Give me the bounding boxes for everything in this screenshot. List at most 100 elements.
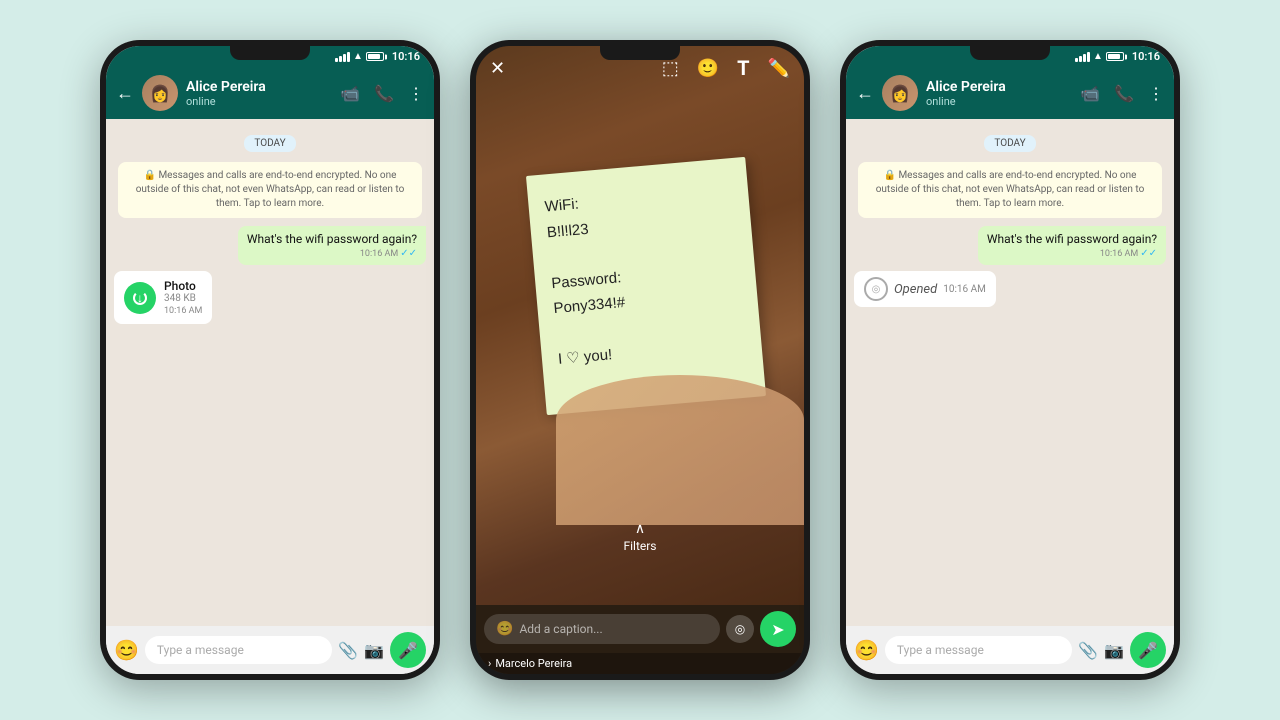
filters-label: Filters bbox=[623, 539, 656, 553]
avatar-right[interactable]: 👩 bbox=[882, 75, 918, 111]
notch-left bbox=[230, 46, 310, 60]
signal-bar-4 bbox=[347, 52, 350, 62]
voice-call-icon-right[interactable]: 📞 bbox=[1114, 84, 1134, 103]
emoji-button-right[interactable]: 😊 bbox=[854, 638, 879, 662]
photo-size: 348 KB bbox=[164, 293, 202, 304]
contact-status-right: online bbox=[926, 95, 1072, 108]
signal-bar-r3 bbox=[1083, 54, 1086, 62]
message-placeholder-left: Type a message bbox=[157, 643, 244, 657]
notch-right bbox=[970, 46, 1050, 60]
filters-chevron: ∧ bbox=[635, 521, 645, 537]
video-call-icon[interactable]: 📹 bbox=[340, 84, 360, 103]
check-marks-left: ✓✓ bbox=[400, 248, 417, 259]
signal-bars-right bbox=[1075, 52, 1090, 62]
phone-middle: ✕ ⬚ 🙂 T ✏️ WiFi: B!l!l23 Password: Pony3… bbox=[470, 40, 810, 680]
signal-bar-3 bbox=[343, 54, 346, 62]
input-area-left: 😊 Type a message 📎 📷 🎤 bbox=[106, 626, 434, 674]
opened-icon: ◎ bbox=[864, 277, 888, 301]
phone-left: ▲ 10:16 ← 👩 Alice Pereira online 📹 📞 ⋮ T… bbox=[100, 40, 440, 680]
send-button-middle[interactable]: ➤ bbox=[760, 611, 796, 647]
contact-name-right: Alice Pereira bbox=[926, 79, 1072, 95]
check-marks-right: ✓✓ bbox=[1140, 248, 1157, 259]
text-icon-middle[interactable]: T bbox=[737, 56, 749, 80]
outgoing-message-right: What's the wifi password again? 10:16 AM… bbox=[978, 226, 1166, 265]
avatar-image-right: 👩 bbox=[882, 75, 918, 111]
signal-bar-2 bbox=[339, 56, 342, 62]
contact-status-left: online bbox=[186, 95, 332, 108]
mic-button-left[interactable]: 🎤 bbox=[390, 632, 426, 668]
filters-bar[interactable]: ∧ Filters bbox=[476, 521, 804, 553]
outgoing-message-left: What's the wifi password again? 10:16 AM… bbox=[238, 226, 426, 265]
header-icons-left: 📹 📞 ⋮ bbox=[340, 84, 424, 103]
status-icons-left: ▲ bbox=[335, 51, 384, 62]
input-icons-right: 📎 📷 bbox=[1078, 641, 1124, 660]
wifi-icon-right: ▲ bbox=[1093, 51, 1103, 62]
photo-info: Photo 348 KB 10:16 AM bbox=[164, 279, 202, 316]
status-icons-right: ▲ bbox=[1075, 51, 1124, 62]
opened-time: 10:16 AM bbox=[943, 284, 986, 295]
menu-icon-right[interactable]: ⋮ bbox=[1148, 84, 1164, 103]
photo-time: 10:16 AM bbox=[164, 306, 202, 316]
message-input-left[interactable]: Type a message bbox=[145, 636, 332, 664]
message-placeholder-right: Type a message bbox=[897, 643, 984, 657]
chat-area-left: TODAY 🔒 Messages and calls are end-to-en… bbox=[106, 119, 434, 626]
header-icons-right: 📹 📞 ⋮ bbox=[1080, 84, 1164, 103]
battery-icon-right bbox=[1106, 52, 1124, 61]
caption-emoji-icon: 😊 bbox=[496, 621, 513, 637]
encryption-notice-left[interactable]: 🔒 Messages and calls are end-to-end encr… bbox=[118, 162, 422, 218]
attach-icon-left[interactable]: 📎 bbox=[338, 641, 358, 660]
message-time-left: 10:16 AM ✓✓ bbox=[247, 248, 417, 259]
attach-icon-right[interactable]: 📎 bbox=[1078, 641, 1098, 660]
avatar-left[interactable]: 👩 bbox=[142, 75, 178, 111]
voice-call-icon[interactable]: 📞 bbox=[374, 84, 394, 103]
video-call-icon-right[interactable]: 📹 bbox=[1080, 84, 1100, 103]
emoji-button-left[interactable]: 😊 bbox=[114, 638, 139, 662]
input-area-right: 😊 Type a message 📎 📷 🎤 bbox=[846, 626, 1174, 674]
chat-area-right: TODAY 🔒 Messages and calls are end-to-en… bbox=[846, 119, 1174, 626]
signal-bar-r1 bbox=[1075, 58, 1078, 62]
message-time-right: 10:16 AM ✓✓ bbox=[987, 248, 1157, 259]
recipient-bar[interactable]: › Marcelo Pereira bbox=[476, 653, 804, 674]
caption-sticker-icon[interactable]: ◎ bbox=[726, 615, 754, 643]
caption-input[interactable]: 😊 Add a caption... bbox=[484, 614, 720, 644]
status-time-right: 10:16 bbox=[1132, 50, 1160, 63]
contact-name-left: Alice Pereira bbox=[186, 79, 332, 95]
input-icons-left: 📎 📷 bbox=[338, 641, 384, 660]
photo-view-bg: ✕ ⬚ 🙂 T ✏️ WiFi: B!l!l23 Password: Pony3… bbox=[476, 46, 804, 605]
close-icon-middle[interactable]: ✕ bbox=[490, 58, 505, 79]
opened-label: Opened bbox=[894, 282, 937, 297]
caption-area: 😊 Add a caption... ◎ ➤ bbox=[476, 605, 804, 653]
caption-right-icons: ◎ ➤ bbox=[726, 611, 796, 647]
photo-download-icon: ↓ bbox=[124, 282, 156, 314]
contact-info-left: Alice Pereira online bbox=[186, 79, 332, 108]
wa-header-right: ← 👩 Alice Pereira online 📹 📞 ⋮ bbox=[846, 67, 1174, 119]
wifi-icon: ▲ bbox=[353, 51, 363, 62]
signal-bar-r2 bbox=[1079, 56, 1082, 62]
send-icon: ➤ bbox=[771, 620, 784, 639]
recipient-arrow: › bbox=[488, 657, 491, 670]
sticker-icon-middle[interactable]: 🙂 bbox=[697, 58, 719, 79]
mic-button-right[interactable]: 🎤 bbox=[1130, 632, 1166, 668]
battery-icon bbox=[366, 52, 384, 61]
sticky-text: WiFi: B!l!l23 Password: Pony334!# I ♡ yo… bbox=[544, 178, 747, 372]
crop-icon[interactable]: ⬚ bbox=[662, 58, 679, 79]
status-time-left: 10:16 bbox=[392, 50, 420, 63]
signal-bar-1 bbox=[335, 58, 338, 62]
menu-icon-left[interactable]: ⋮ bbox=[408, 84, 424, 103]
caption-placeholder: Add a caption... bbox=[519, 622, 602, 636]
signal-bars bbox=[335, 52, 350, 62]
avatar-image-left: 👩 bbox=[142, 75, 178, 111]
date-badge-left: TODAY bbox=[114, 131, 426, 150]
back-button-left[interactable]: ← bbox=[116, 83, 134, 104]
draw-icon-middle[interactable]: ✏️ bbox=[768, 58, 790, 79]
date-badge-right: TODAY bbox=[854, 131, 1166, 150]
phone-right: ▲ 10:16 ← 👩 Alice Pereira online 📹 📞 ⋮ T… bbox=[840, 40, 1180, 680]
camera-icon-right[interactable]: 📷 bbox=[1104, 641, 1124, 660]
back-button-right[interactable]: ← bbox=[856, 83, 874, 104]
encryption-notice-right[interactable]: 🔒 Messages and calls are end-to-end encr… bbox=[858, 162, 1162, 218]
message-input-right[interactable]: Type a message bbox=[885, 636, 1072, 664]
photo-bubble-left[interactable]: ↓ Photo 348 KB 10:16 AM bbox=[114, 271, 212, 324]
opened-bubble-right: ◎ Opened 10:16 AM bbox=[854, 271, 996, 307]
recipient-name: Marcelo Pereira bbox=[495, 657, 572, 670]
camera-icon-left[interactable]: 📷 bbox=[364, 641, 384, 660]
